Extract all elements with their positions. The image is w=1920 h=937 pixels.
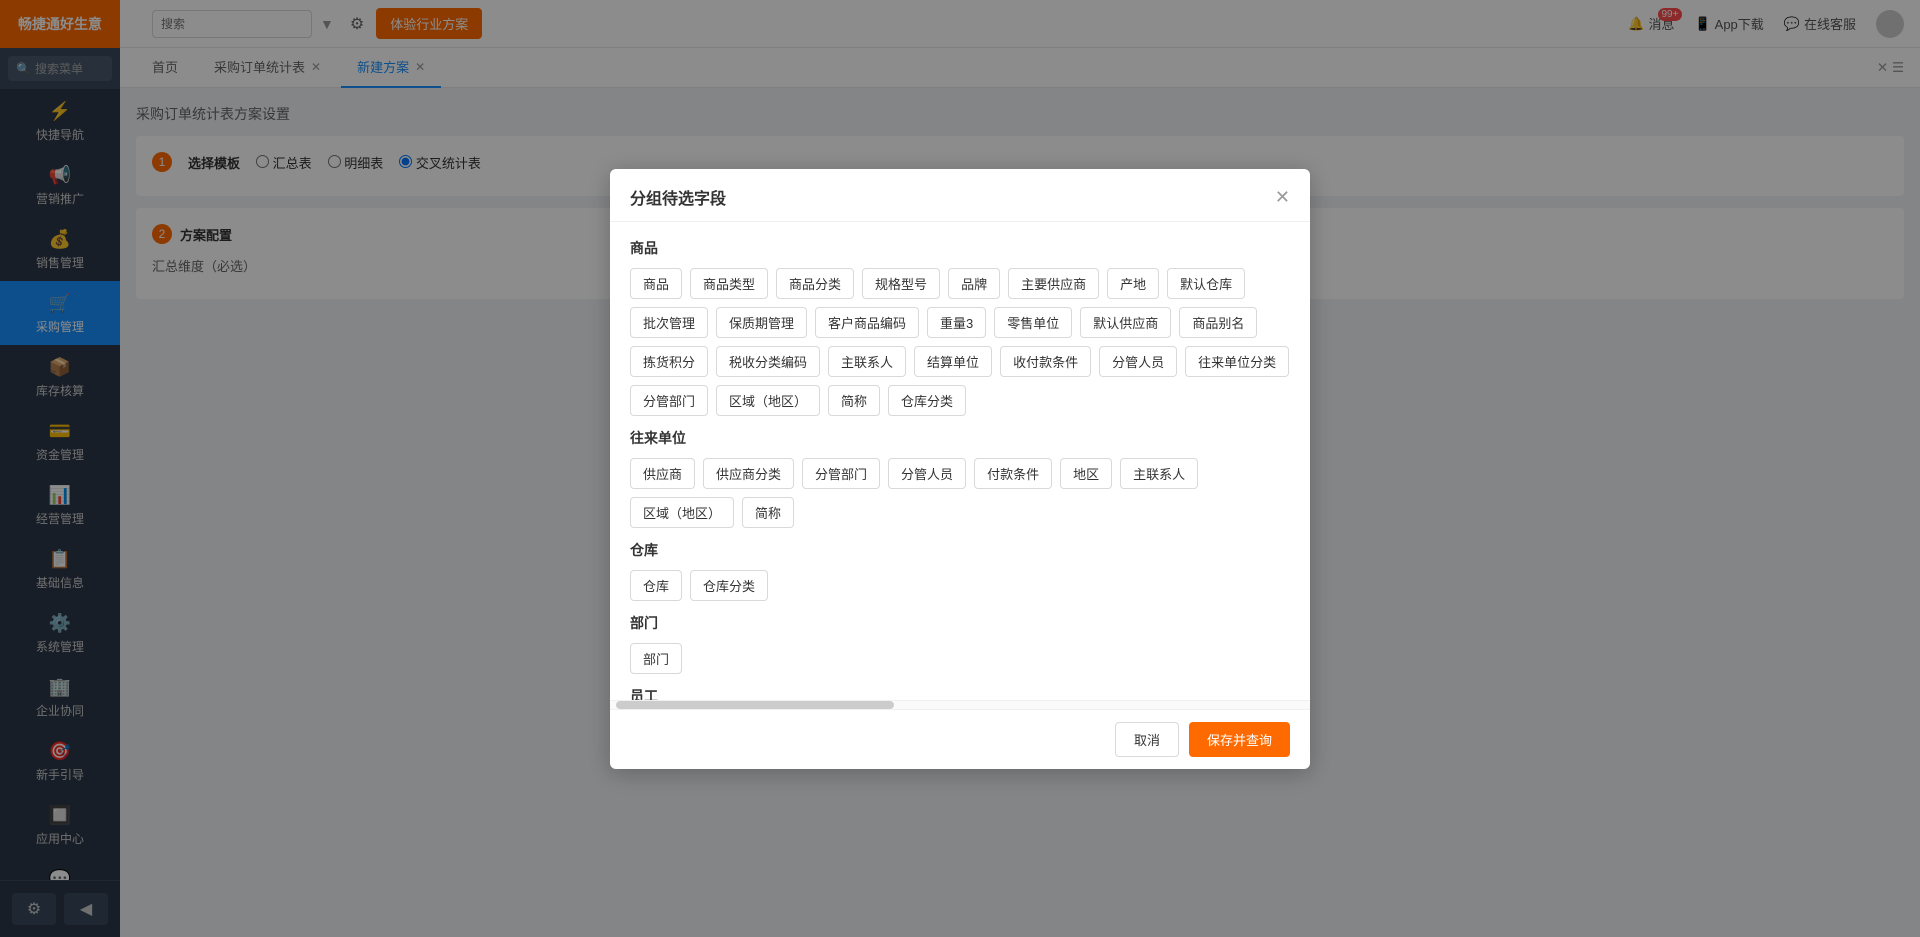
field-tag-product-13[interactable]: 默认供应商 bbox=[1080, 307, 1171, 338]
field-tag-partner-3[interactable]: 分管人员 bbox=[888, 458, 966, 489]
modal-header: 分组待选字段 ✕ bbox=[610, 169, 1310, 222]
field-tag-product-5[interactable]: 主要供应商 bbox=[1008, 268, 1099, 299]
field-tag-partner-0[interactable]: 供应商 bbox=[630, 458, 695, 489]
modal-overlay: 分组待选字段 ✕ 商品商品商品类型商品分类规格型号品牌主要供应商产地默认仓库批次… bbox=[0, 0, 1920, 937]
field-tag-product-1[interactable]: 商品类型 bbox=[690, 268, 768, 299]
field-tag-product-7[interactable]: 默认仓库 bbox=[1167, 268, 1245, 299]
section-title-warehouse: 仓库 bbox=[630, 540, 1290, 560]
field-tag-product-19[interactable]: 收付款条件 bbox=[1000, 346, 1091, 377]
field-tag-partner-7[interactable]: 区域（地区） bbox=[630, 497, 734, 528]
field-tag-product-17[interactable]: 主联系人 bbox=[828, 346, 906, 377]
field-tag-product-15[interactable]: 拣货积分 bbox=[630, 346, 708, 377]
field-tag-product-6[interactable]: 产地 bbox=[1107, 268, 1159, 299]
field-tag-product-14[interactable]: 商品别名 bbox=[1179, 307, 1257, 338]
field-tag-partner-8[interactable]: 简称 bbox=[742, 497, 794, 528]
field-tag-product-2[interactable]: 商品分类 bbox=[776, 268, 854, 299]
field-tag-product-4[interactable]: 品牌 bbox=[948, 268, 1000, 299]
field-tags-product: 商品商品类型商品分类规格型号品牌主要供应商产地默认仓库批次管理保质期管理客户商品… bbox=[630, 268, 1290, 416]
field-tag-warehouse-0[interactable]: 仓库 bbox=[630, 570, 682, 601]
field-tag-product-22[interactable]: 分管部门 bbox=[630, 385, 708, 416]
field-tag-product-24[interactable]: 简称 bbox=[828, 385, 880, 416]
field-tag-product-9[interactable]: 保质期管理 bbox=[716, 307, 807, 338]
modal-footer: 取消 保存并查询 bbox=[610, 709, 1310, 769]
field-tag-partner-1[interactable]: 供应商分类 bbox=[703, 458, 794, 489]
field-tag-product-18[interactable]: 结算单位 bbox=[914, 346, 992, 377]
field-tag-product-23[interactable]: 区域（地区） bbox=[716, 385, 820, 416]
field-tag-product-10[interactable]: 客户商品编码 bbox=[815, 307, 919, 338]
modal-close-btn[interactable]: ✕ bbox=[1275, 188, 1290, 206]
modal-hscroll[interactable] bbox=[610, 700, 1310, 709]
modal-body: 商品商品商品类型商品分类规格型号品牌主要供应商产地默认仓库批次管理保质期管理客户… bbox=[610, 222, 1310, 700]
field-tag-partner-2[interactable]: 分管部门 bbox=[802, 458, 880, 489]
confirm-button[interactable]: 保存并查询 bbox=[1189, 722, 1290, 757]
field-tags-department: 部门 bbox=[630, 643, 1290, 674]
field-tag-product-0[interactable]: 商品 bbox=[630, 268, 682, 299]
field-select-modal: 分组待选字段 ✕ 商品商品商品类型商品分类规格型号品牌主要供应商产地默认仓库批次… bbox=[610, 169, 1310, 769]
field-tag-warehouse-1[interactable]: 仓库分类 bbox=[690, 570, 768, 601]
field-tag-product-3[interactable]: 规格型号 bbox=[862, 268, 940, 299]
field-tag-product-16[interactable]: 税收分类编码 bbox=[716, 346, 820, 377]
modal-title: 分组待选字段 bbox=[630, 185, 726, 209]
section-title-employee: 员工 bbox=[630, 686, 1290, 700]
field-tags-warehouse: 仓库仓库分类 bbox=[630, 570, 1290, 601]
field-tags-partner: 供应商供应商分类分管部门分管人员付款条件地区主联系人区域（地区） 简称 bbox=[630, 458, 1290, 528]
field-tag-product-20[interactable]: 分管人员 bbox=[1099, 346, 1177, 377]
section-title-department: 部门 bbox=[630, 613, 1290, 633]
section-title-product: 商品 bbox=[630, 238, 1290, 258]
field-tag-product-8[interactable]: 批次管理 bbox=[630, 307, 708, 338]
field-tag-product-11[interactable]: 重量3 bbox=[927, 307, 986, 338]
field-tag-product-25[interactable]: 仓库分类 bbox=[888, 385, 966, 416]
field-tag-product-21[interactable]: 往来单位分类 bbox=[1185, 346, 1289, 377]
field-tag-department-0[interactable]: 部门 bbox=[630, 643, 682, 674]
field-tag-partner-6[interactable]: 主联系人 bbox=[1120, 458, 1198, 489]
field-tag-partner-4[interactable]: 付款条件 bbox=[974, 458, 1052, 489]
field-tag-product-12[interactable]: 零售单位 bbox=[994, 307, 1072, 338]
section-title-partner: 往来单位 bbox=[630, 428, 1290, 448]
field-tag-partner-5[interactable]: 地区 bbox=[1060, 458, 1112, 489]
cancel-button[interactable]: 取消 bbox=[1115, 722, 1179, 757]
modal-hscroll-thumb bbox=[616, 701, 894, 709]
